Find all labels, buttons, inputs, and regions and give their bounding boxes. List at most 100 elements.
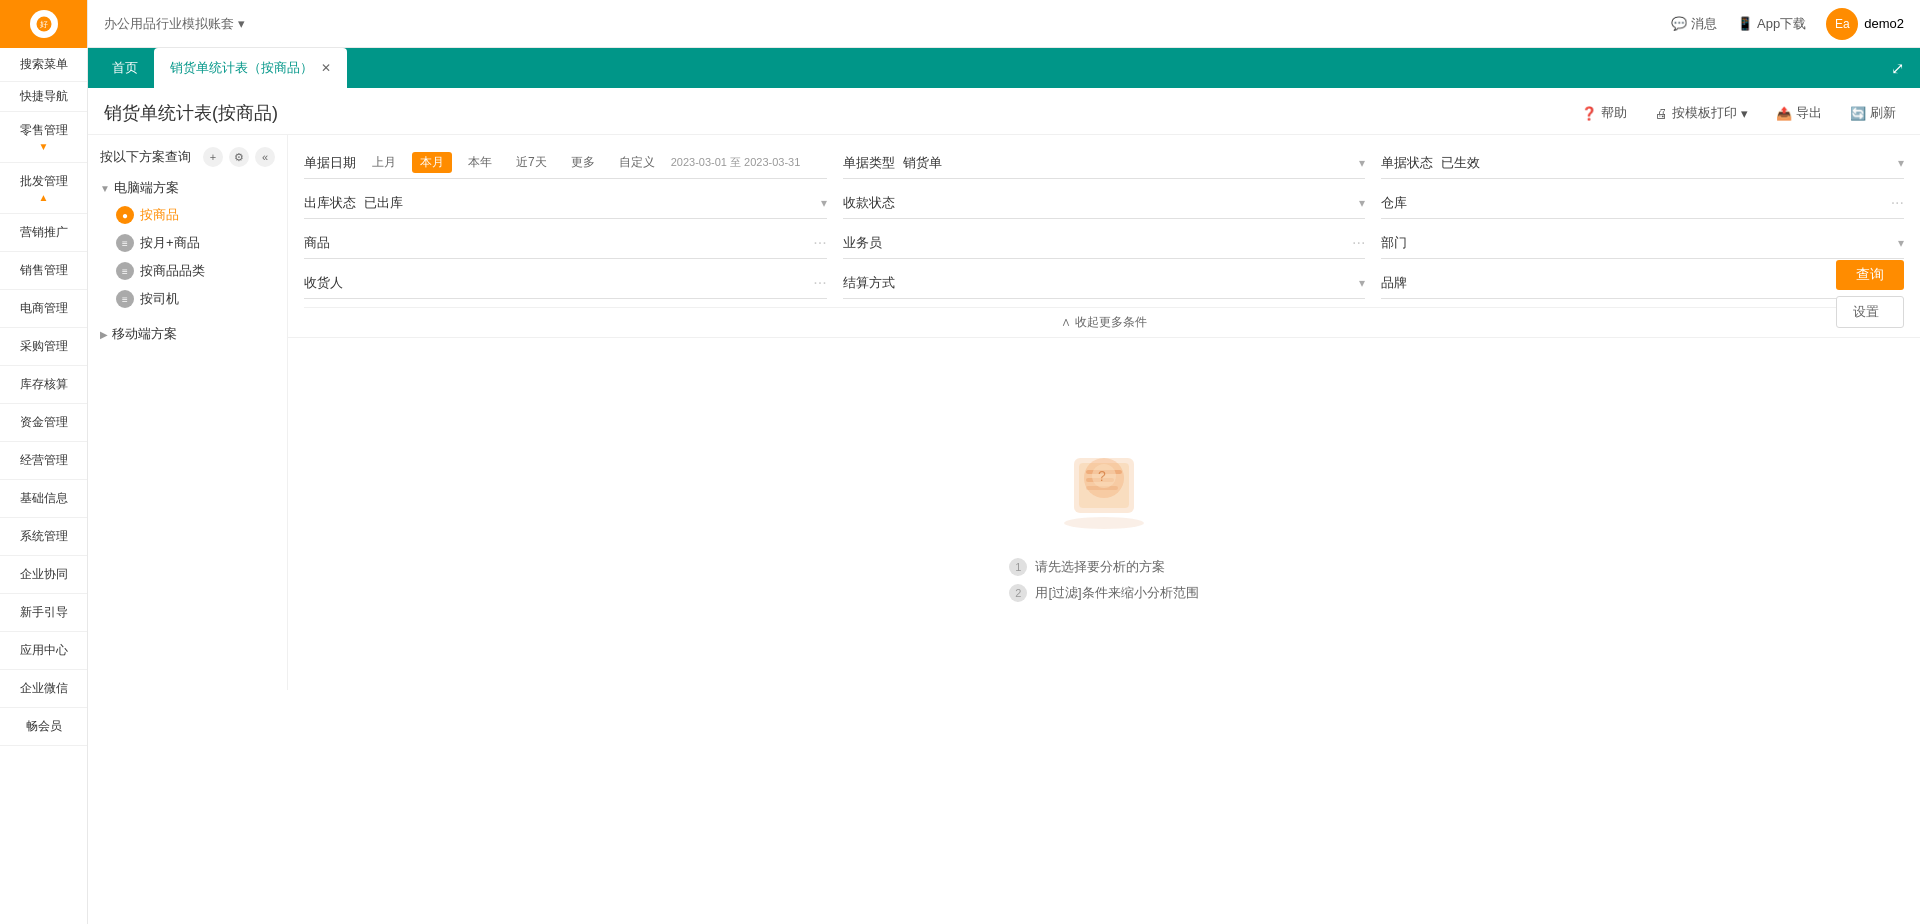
guide-label: 新手引导 (20, 604, 68, 621)
ops-label: 经营管理 (20, 452, 68, 469)
breadcrumb-text: 办公用品行业模拟账套 (104, 15, 234, 33)
export-label: 导出 (1796, 104, 1822, 122)
page-header: 销货单统计表(按商品) ❓ 帮助 🖨 按模板打印 ▾ 📤 导出 (88, 88, 1920, 135)
print-btn[interactable]: 🖨 按模板打印 ▾ (1647, 100, 1756, 126)
sidebar: 好 搜索菜单 快捷导航 零售管理 ▼ 批发管理 ▲ 营销推广 销售管理 电商管理… (0, 0, 88, 924)
mobile-arrow-icon: ▶ (100, 329, 108, 340)
quick-nav[interactable]: 快捷导航 (0, 82, 87, 112)
panel-mobile-header[interactable]: ▶ 移动端方案 (88, 321, 287, 347)
add-scheme-btn[interactable]: + (203, 147, 223, 167)
filter-warehouse: 仓库 ··· (1381, 187, 1904, 219)
basic-label: 基础信息 (20, 490, 68, 507)
svg-text:?: ? (1098, 468, 1106, 484)
wholesale-arrow: ▲ (39, 192, 49, 203)
collapse-btn[interactable]: ∧ 收起更多条件 (304, 307, 1904, 337)
app-download-label: App下载 (1757, 15, 1806, 33)
app-download-btn[interactable]: 📱 App下载 (1737, 15, 1806, 33)
search-menu[interactable]: 搜索菜单 (0, 48, 87, 82)
pc-arrow-icon: ▼ (100, 183, 110, 194)
date-range-text: 2023-03-01 至 2023-03-31 (671, 155, 801, 170)
sidebar-item-finance[interactable]: 资金管理 (0, 404, 87, 442)
tab-report[interactable]: 销货单统计表（按商品） ✕ (154, 48, 347, 88)
filter-goods: 商品 ··· (304, 227, 827, 259)
doc-type-value[interactable]: 销货单 ▾ (903, 154, 1366, 172)
sidebar-item-apps[interactable]: 应用中心 (0, 632, 87, 670)
month-goods-label: 按月+商品 (140, 234, 200, 252)
date-this-month[interactable]: 本月 (412, 152, 452, 173)
print-chevron: ▾ (1741, 106, 1748, 121)
header-right: 💬 消息 📱 App下载 Ea demo2 (1671, 8, 1904, 40)
filter-row-4: 收货人 ··· 结算方式 ▾ (304, 267, 1904, 299)
date-7days[interactable]: 近7天 (508, 152, 555, 173)
out-status-chevron: ▾ (821, 196, 827, 210)
sidebar-item-ops[interactable]: 经营管理 (0, 442, 87, 480)
category-label: 按商品品类 (140, 262, 205, 280)
tab-expand-btn[interactable]: ⤢ (1883, 59, 1912, 78)
edit-scheme-btn[interactable]: ⚙ (229, 147, 249, 167)
retail-label: 零售管理 (20, 122, 68, 139)
goods-dots: ··· (813, 234, 826, 252)
refresh-icon: 🔄 (1850, 106, 1866, 121)
date-this-year[interactable]: 本年 (460, 152, 500, 173)
sidebar-item-member[interactable]: 畅会员 (0, 708, 87, 746)
page-actions: ❓ 帮助 🖨 按模板打印 ▾ 📤 导出 🔄 刷新 (1573, 100, 1904, 126)
tab-close-icon[interactable]: ✕ (321, 61, 331, 75)
receipt-status-label: 收款状态 (843, 194, 903, 212)
panel-item-by-goods[interactable]: ● 按商品 (88, 201, 287, 229)
settings-btn[interactable]: 设置 (1836, 296, 1904, 328)
left-panel-actions: + ⚙ « (203, 147, 275, 167)
filter-row-3: 商品 ··· 业务员 ··· (304, 227, 1904, 259)
sidebar-item-corp[interactable]: 企业协同 (0, 556, 87, 594)
out-status-value[interactable]: 已出库 ▾ (364, 194, 827, 212)
collapse-panel-btn[interactable]: « (255, 147, 275, 167)
panel-item-by-driver[interactable]: ≡ 按司机 (88, 285, 287, 313)
export-icon: 📤 (1776, 106, 1792, 121)
goods-filter-label: 商品 (304, 234, 364, 252)
stock-label: 库存核算 (20, 376, 68, 393)
panel-item-by-month-goods[interactable]: ≡ 按月+商品 (88, 229, 287, 257)
sidebar-item-basic[interactable]: 基础信息 (0, 480, 87, 518)
sidebar-item-sys[interactable]: 系统管理 (0, 518, 87, 556)
message-btn[interactable]: 💬 消息 (1671, 15, 1717, 33)
sidebar-item-wholesale[interactable]: 批发管理 ▲ (0, 163, 87, 214)
svg-point-2 (1064, 517, 1144, 529)
filter-row-1: 单据日期 上月 本月 本年 近7天 更多 自定义 (304, 147, 1904, 179)
sidebar-item-guide[interactable]: 新手引导 (0, 594, 87, 632)
main-area: 办公用品行业模拟账套 ▾ 💬 消息 📱 App下载 Ea demo2 首页 销货… (88, 0, 1920, 924)
help-btn[interactable]: ❓ 帮助 (1573, 100, 1635, 126)
refresh-btn[interactable]: 🔄 刷新 (1842, 100, 1904, 126)
empty-tip-2: 2 用[过滤]条件来缩小分析范围 (1009, 584, 1198, 602)
sidebar-item-stock[interactable]: 库存核算 (0, 366, 87, 404)
tab-home[interactable]: 首页 (96, 48, 154, 88)
apps-label: 应用中心 (20, 642, 68, 659)
export-btn[interactable]: 📤 导出 (1768, 100, 1830, 126)
panel-item-by-category[interactable]: ≡ 按商品品类 (88, 257, 287, 285)
dept-chevron: ▾ (1898, 236, 1904, 250)
sidebar-item-wechat[interactable]: 企业微信 (0, 670, 87, 708)
print-icon: 🖨 (1655, 106, 1668, 121)
sidebar-item-marketing[interactable]: 营销推广 (0, 214, 87, 252)
sidebar-item-ecom[interactable]: 电商管理 (0, 290, 87, 328)
filter-staff: 业务员 ··· (843, 227, 1366, 259)
doc-type-chevron: ▾ (1359, 156, 1365, 170)
sidebar-item-purchase[interactable]: 采购管理 (0, 328, 87, 366)
filter-receiver: 收货人 ··· (304, 267, 827, 299)
month-goods-icon: ≡ (116, 234, 134, 252)
page-title: 销货单统计表(按商品) (104, 101, 278, 125)
date-filter-value[interactable]: 上月 本月 本年 近7天 更多 自定义 2023-03-01 至 2023-03… (364, 152, 827, 173)
left-panel: 按以下方案查询 + ⚙ « ▼ 电脑端方案 (88, 135, 288, 690)
print-label: 按模板打印 (1672, 104, 1737, 122)
sidebar-item-sales[interactable]: 销售管理 (0, 252, 87, 290)
download-icon: 📱 (1737, 16, 1753, 31)
panel-pc-header[interactable]: ▼ 电脑端方案 (88, 175, 287, 201)
query-btn[interactable]: 查询 (1836, 260, 1904, 290)
sidebar-item-retail[interactable]: 零售管理 ▼ (0, 112, 87, 163)
date-custom[interactable]: 自定义 (611, 152, 663, 173)
date-more[interactable]: 更多 (563, 152, 603, 173)
filter-doc-type: 单据类型 销货单 ▾ (843, 147, 1366, 179)
date-last-month[interactable]: 上月 (364, 152, 404, 173)
breadcrumb-chevron[interactable]: ▾ (238, 16, 245, 31)
filter-date: 单据日期 上月 本月 本年 近7天 更多 自定义 (304, 147, 827, 179)
driver-label: 按司机 (140, 290, 179, 308)
doc-status-value[interactable]: 已生效 ▾ (1441, 154, 1904, 172)
